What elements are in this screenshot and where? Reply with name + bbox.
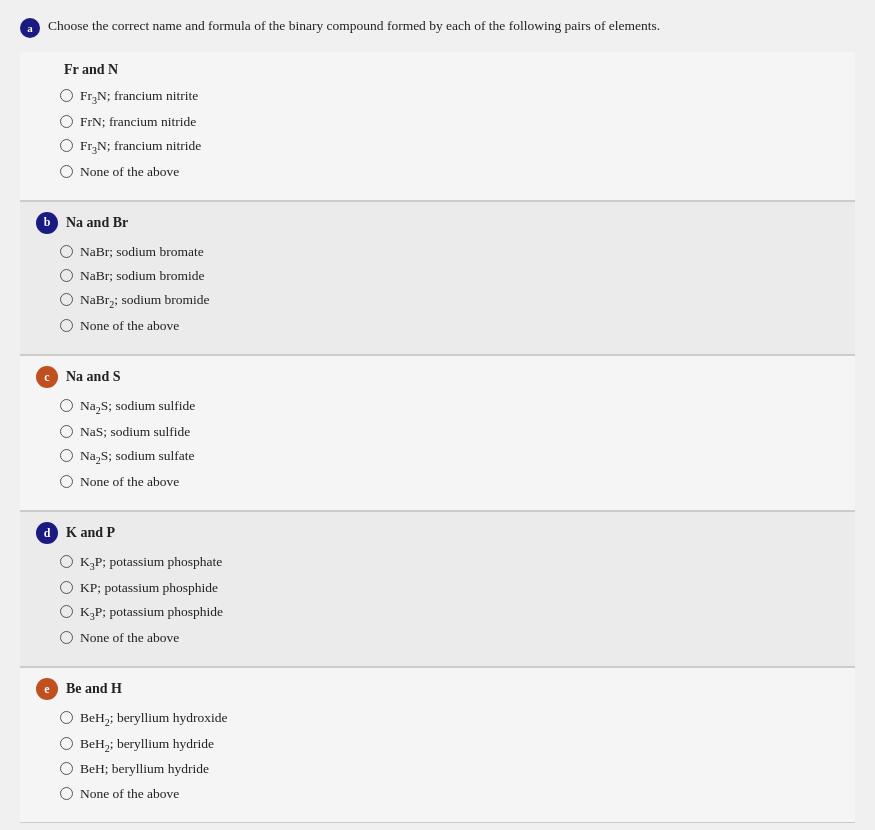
instruction-text: Choose the correct name and formula of t…	[48, 16, 660, 36]
option-d1-text: K3P; potassium phosphate	[80, 552, 222, 574]
option-a2[interactable]: FrN; francium nitride	[60, 112, 839, 132]
option-e3[interactable]: BeH; beryllium hydride	[60, 759, 839, 779]
option-b4[interactable]: None of the above	[60, 316, 839, 336]
option-a3[interactable]: Fr3N; francium nitride	[60, 136, 839, 158]
pair-e-label: Be and H	[66, 681, 122, 697]
radio-a1[interactable]	[60, 89, 73, 102]
radio-c3[interactable]	[60, 449, 73, 462]
radio-a2[interactable]	[60, 115, 73, 128]
option-c2[interactable]: NaS; sodium sulfide	[60, 422, 839, 442]
section-b: b Na and Br NaBr; sodium bromate NaBr; s…	[20, 201, 855, 355]
option-b2-text: NaBr; sodium bromide	[80, 266, 205, 286]
pair-b-label: Na and Br	[66, 215, 128, 231]
option-e2-text: BeH2; beryllium hydride	[80, 734, 214, 756]
option-b3[interactable]: NaBr2; sodium bromide	[60, 290, 839, 312]
option-b1-text: NaBr; sodium bromate	[80, 242, 204, 262]
radio-a3[interactable]	[60, 139, 73, 152]
option-c4-text: None of the above	[80, 472, 179, 492]
radio-b3[interactable]	[60, 293, 73, 306]
radio-e2[interactable]	[60, 737, 73, 750]
pair-d-label: K and P	[66, 525, 115, 541]
section-a: Fr and N Fr3N; francium nitrite FrN; fra…	[20, 52, 855, 201]
option-e4[interactable]: None of the above	[60, 784, 839, 804]
option-b3-text: NaBr2; sodium bromide	[80, 290, 210, 312]
radio-c4[interactable]	[60, 475, 73, 488]
option-d2[interactable]: KP; potassium phosphide	[60, 578, 839, 598]
option-c3-text: Na2S; sodium sulfate	[80, 446, 195, 468]
badge-b: b	[36, 212, 58, 234]
option-d3[interactable]: K3P; potassium phosphide	[60, 602, 839, 624]
option-b2[interactable]: NaBr; sodium bromide	[60, 266, 839, 286]
badge-e: e	[36, 678, 58, 700]
option-a3-text: Fr3N; francium nitride	[80, 136, 201, 158]
radio-d4[interactable]	[60, 631, 73, 644]
option-c4[interactable]: None of the above	[60, 472, 839, 492]
option-e3-text: BeH; beryllium hydride	[80, 759, 209, 779]
radio-c2[interactable]	[60, 425, 73, 438]
section-b-header: b Na and Br	[36, 212, 839, 234]
radio-e1[interactable]	[60, 711, 73, 724]
option-c2-text: NaS; sodium sulfide	[80, 422, 190, 442]
options-list-e: BeH2; beryllium hydroxide BeH2; berylliu…	[36, 708, 839, 804]
option-c3[interactable]: Na2S; sodium sulfate	[60, 446, 839, 468]
badge-d: d	[36, 522, 58, 544]
option-d1[interactable]: K3P; potassium phosphate	[60, 552, 839, 574]
section-e: e Be and H BeH2; beryllium hydroxide BeH…	[20, 667, 855, 823]
option-b1[interactable]: NaBr; sodium bromate	[60, 242, 839, 262]
radio-b1[interactable]	[60, 245, 73, 258]
option-c1[interactable]: Na2S; sodium sulfide	[60, 396, 839, 418]
radio-c1[interactable]	[60, 399, 73, 412]
radio-d1[interactable]	[60, 555, 73, 568]
options-list-d: K3P; potassium phosphate KP; potassium p…	[36, 552, 839, 648]
option-e1-text: BeH2; beryllium hydroxide	[80, 708, 227, 730]
section-d-header: d K and P	[36, 522, 839, 544]
radio-e3[interactable]	[60, 762, 73, 775]
option-e4-text: None of the above	[80, 784, 179, 804]
options-list-c: Na2S; sodium sulfide NaS; sodium sulfide…	[36, 396, 839, 492]
radio-b2[interactable]	[60, 269, 73, 282]
options-list-b: NaBr; sodium bromate NaBr; sodium bromid…	[36, 242, 839, 336]
option-d3-text: K3P; potassium phosphide	[80, 602, 223, 624]
radio-b4[interactable]	[60, 319, 73, 332]
instruction-badge: a	[20, 18, 40, 38]
page: a Choose the correct name and formula of…	[0, 0, 875, 830]
section-d: d K and P K3P; potassium phosphate KP; p…	[20, 511, 855, 667]
radio-e4[interactable]	[60, 787, 73, 800]
options-list-a: Fr3N; francium nitrite FrN; francium nit…	[36, 86, 839, 182]
option-a4-text: None of the above	[80, 162, 179, 182]
section-c-header: c Na and S	[36, 366, 839, 388]
option-e1[interactable]: BeH2; beryllium hydroxide	[60, 708, 839, 730]
option-a2-text: FrN; francium nitride	[80, 112, 196, 132]
option-a1-text: Fr3N; francium nitrite	[80, 86, 198, 108]
option-a4[interactable]: None of the above	[60, 162, 839, 182]
option-b4-text: None of the above	[80, 316, 179, 336]
section-e-header: e Be and H	[36, 678, 839, 700]
option-d4[interactable]: None of the above	[60, 628, 839, 648]
radio-d2[interactable]	[60, 581, 73, 594]
option-a1[interactable]: Fr3N; francium nitrite	[60, 86, 839, 108]
instruction-banner: a Choose the correct name and formula of…	[20, 16, 855, 38]
option-d2-text: KP; potassium phosphide	[80, 578, 218, 598]
option-e2[interactable]: BeH2; beryllium hydride	[60, 734, 839, 756]
radio-a4[interactable]	[60, 165, 73, 178]
option-c1-text: Na2S; sodium sulfide	[80, 396, 195, 418]
radio-d3[interactable]	[60, 605, 73, 618]
option-d4-text: None of the above	[80, 628, 179, 648]
badge-c: c	[36, 366, 58, 388]
pair-c-label: Na and S	[66, 369, 120, 385]
section-c: c Na and S Na2S; sodium sulfide NaS; sod…	[20, 355, 855, 511]
pair-a-label: Fr and N	[64, 62, 839, 78]
